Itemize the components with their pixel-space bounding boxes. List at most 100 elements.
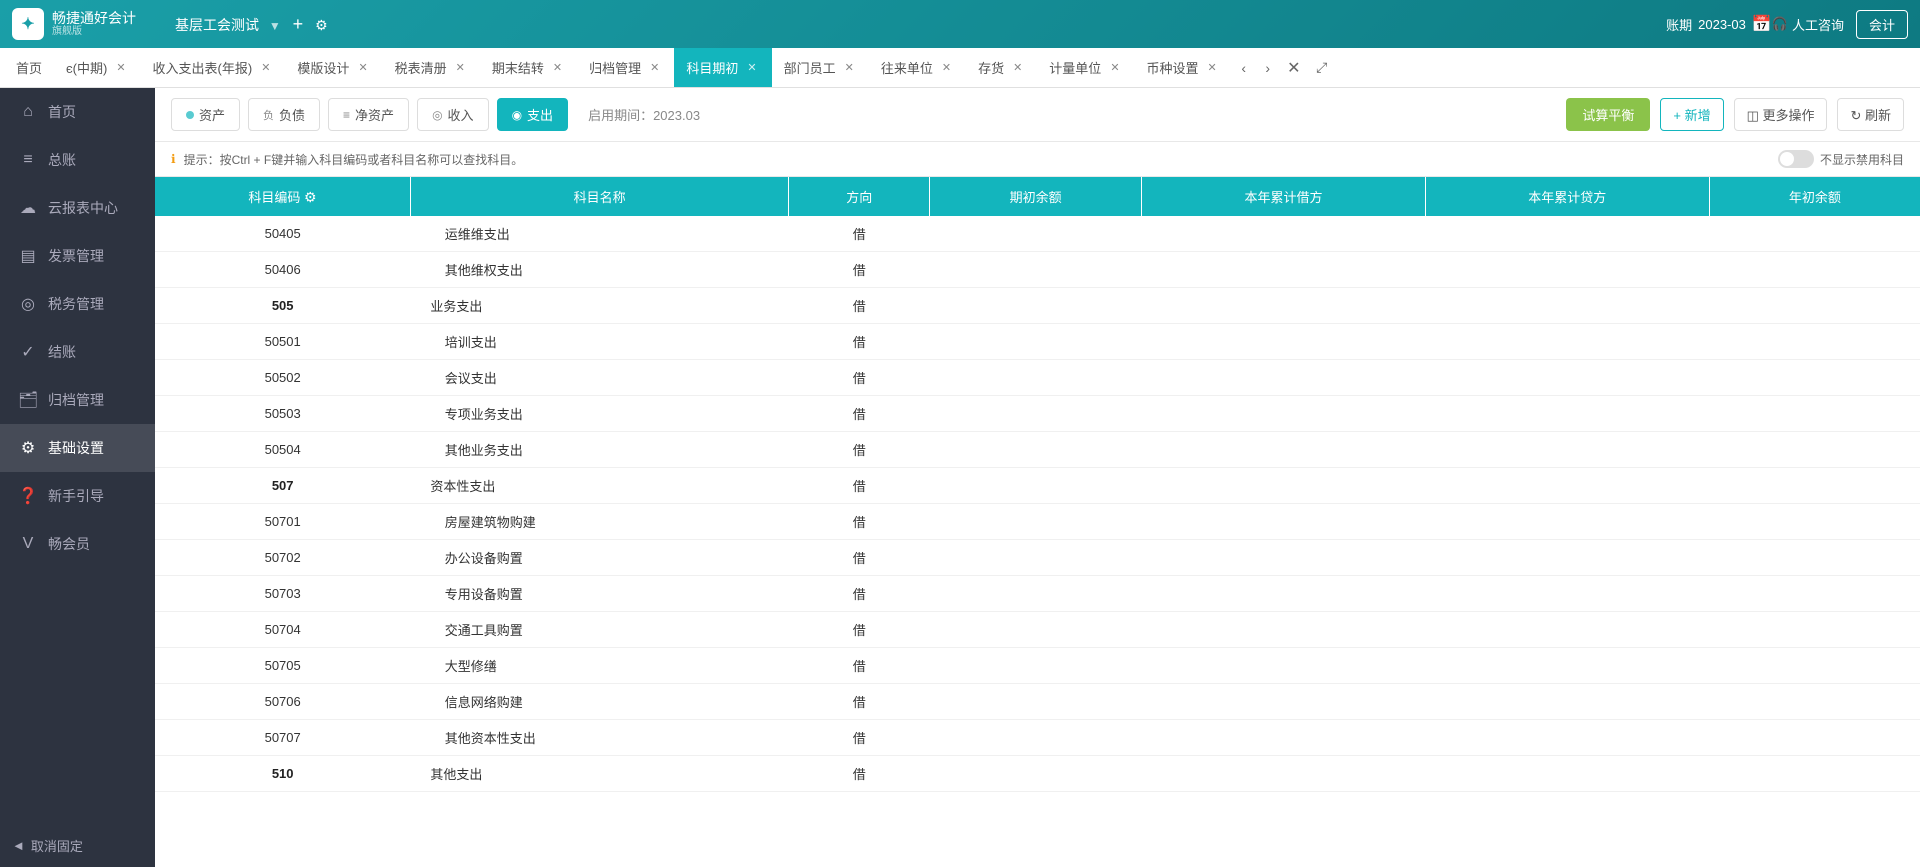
table-row[interactable]: 50406 其他维权支出 借 bbox=[155, 252, 1920, 288]
tab-income-year[interactable]: 收入支出表(年报) ✕ bbox=[141, 48, 286, 87]
tab-close-icon[interactable]: ✕ bbox=[113, 60, 128, 75]
tab-close-icon[interactable]: ✕ bbox=[355, 60, 370, 75]
tab-label: 税表清册 bbox=[395, 58, 447, 77]
table-row[interactable]: 50701 房屋建筑物购建 借 bbox=[155, 504, 1920, 540]
sidebar-item-tax[interactable]: ◎ 税务管理 bbox=[0, 280, 155, 328]
sidebar-item-archive[interactable]: 🗂 归档管理 bbox=[0, 376, 155, 424]
sub-tab-actions: 试算平衡 + 新增 ◫ 更多操作 ↻ 刷新 bbox=[1566, 98, 1904, 131]
table-row[interactable]: 50702 办公设备购置 借 bbox=[155, 540, 1920, 576]
sub-tab-net-asset[interactable]: ≡ 净资产 bbox=[328, 98, 409, 131]
tab-close-icon[interactable]: ✕ bbox=[1107, 60, 1122, 75]
table-row[interactable]: 50503 专项业务支出 借 bbox=[155, 396, 1920, 432]
tab-counterpart[interactable]: 往来单位 ✕ bbox=[869, 48, 966, 87]
ledger-icon: ≡ bbox=[18, 151, 38, 169]
sidebar-item-invoice[interactable]: ▤ 发票管理 bbox=[0, 232, 155, 280]
cell-ytd-debit bbox=[1142, 576, 1426, 612]
table-row[interactable]: 50705 大型修缮 借 bbox=[155, 648, 1920, 684]
tab-close-all[interactable]: ✕ bbox=[1280, 48, 1308, 87]
tab-archive[interactable]: 归档管理 ✕ bbox=[577, 48, 674, 87]
tab-close-icon[interactable]: ✕ bbox=[258, 60, 273, 75]
table-row[interactable]: 50501 培训支出 借 bbox=[155, 324, 1920, 360]
table-row[interactable]: 50502 会议支出 借 bbox=[155, 360, 1920, 396]
cell-opening-balance bbox=[930, 648, 1142, 684]
cell-direction: 借 bbox=[789, 288, 930, 324]
sub-tab-liability[interactable]: 负 负债 bbox=[248, 98, 320, 131]
tab-tax[interactable]: 税表清册 ✕ bbox=[383, 48, 480, 87]
liability-icon: 负 bbox=[263, 107, 274, 123]
gear-icon[interactable]: ⚙ bbox=[304, 189, 317, 205]
tab-home[interactable]: 首页 bbox=[4, 48, 54, 87]
cell-direction: 借 bbox=[789, 396, 930, 432]
calendar-icon[interactable]: 📅 bbox=[1752, 14, 1772, 34]
cell-year-begin bbox=[1709, 396, 1920, 432]
notice-toggle: 不显示禁用科目 bbox=[1778, 150, 1904, 168]
sidebar-item-ledger[interactable]: ≡ 总账 bbox=[0, 136, 155, 184]
tab-close-icon[interactable]: ✕ bbox=[744, 60, 759, 75]
tab-close-icon[interactable]: ✕ bbox=[453, 60, 468, 75]
table-row[interactable]: 50704 交通工具购置 借 bbox=[155, 612, 1920, 648]
tab-close-icon[interactable]: ✕ bbox=[647, 60, 662, 75]
company-name[interactable]: 基层工会测试 ▼ + ⚙ bbox=[175, 14, 1666, 35]
tab-close-icon[interactable]: ✕ bbox=[842, 60, 857, 75]
tab-label: 部门员工 bbox=[784, 58, 836, 77]
tab-label: 首页 bbox=[16, 58, 42, 77]
table-row[interactable]: 507 资本性支出 借 bbox=[155, 468, 1920, 504]
table-row[interactable]: 510 其他支出 借 bbox=[155, 756, 1920, 792]
tab-nav-left[interactable]: ‹ bbox=[1232, 48, 1256, 87]
table-row[interactable]: 50706 信息网络购建 借 bbox=[155, 684, 1920, 720]
table-row[interactable]: 505 业务支出 借 bbox=[155, 288, 1920, 324]
help-button[interactable]: 🎧 人工咨询 bbox=[1772, 15, 1844, 34]
sidebar-item-reports[interactable]: ☁ 云报表中心 bbox=[0, 184, 155, 232]
cell-year-begin bbox=[1709, 684, 1920, 720]
sidebar-collapse[interactable]: ◄ 取消固定 bbox=[0, 824, 155, 867]
tab-template[interactable]: 模版设计 ✕ bbox=[285, 48, 382, 87]
table-row[interactable]: 50504 其他业务支出 借 bbox=[155, 432, 1920, 468]
tab-inventory[interactable]: 存货 ✕ bbox=[966, 48, 1037, 87]
tab-nav-right[interactable]: › bbox=[1256, 48, 1280, 87]
collapse-label: 取消固定 bbox=[31, 836, 83, 855]
sidebar-item-label: 总账 bbox=[48, 150, 76, 170]
cell-direction: 借 bbox=[789, 576, 930, 612]
col-year-begin: 年初余额 bbox=[1709, 177, 1920, 216]
sidebar-item-home[interactable]: ⌂ 首页 bbox=[0, 88, 155, 136]
cell-opening-balance bbox=[930, 576, 1142, 612]
cell-code: 510 bbox=[155, 756, 410, 792]
tab-subject-init[interactable]: 科目期初 ✕ bbox=[674, 48, 771, 87]
more-button[interactable]: ◫ 更多操作 bbox=[1734, 98, 1828, 131]
tab-close-icon[interactable]: ✕ bbox=[1205, 60, 1220, 75]
table-row[interactable]: 50405 运维维支出 借 bbox=[155, 216, 1920, 252]
tab-dept[interactable]: 部门员工 ✕ bbox=[772, 48, 869, 87]
settings-btn[interactable]: ⚙ bbox=[315, 17, 328, 33]
tab-expand[interactable]: ⤢ bbox=[1308, 48, 1336, 87]
sub-tab-label: 支出 bbox=[527, 105, 553, 124]
tab-close-icon[interactable]: ✕ bbox=[550, 60, 565, 75]
tab-currency[interactable]: 币种设置 ✕ bbox=[1135, 48, 1232, 87]
tab-close-icon[interactable]: ✕ bbox=[939, 60, 954, 75]
cell-year-begin bbox=[1709, 324, 1920, 360]
tab-report-mid[interactable]: є(中期) ✕ bbox=[54, 48, 141, 87]
tab-unit[interactable]: 计量单位 ✕ bbox=[1037, 48, 1134, 87]
table-row[interactable]: 50707 其他资本性支出 借 bbox=[155, 720, 1920, 756]
add-company-btn[interactable]: + bbox=[293, 14, 304, 34]
sidebar-item-label: 发票管理 bbox=[48, 246, 104, 266]
sidebar-item-closing[interactable]: ✓ 结账 bbox=[0, 328, 155, 376]
tab-period-end[interactable]: 期末结转 ✕ bbox=[480, 48, 577, 87]
cell-direction: 借 bbox=[789, 324, 930, 360]
tab-close-icon[interactable]: ✕ bbox=[1010, 60, 1025, 75]
sidebar-item-guide[interactable]: ❓ 新手引导 bbox=[0, 472, 155, 520]
cell-ytd-credit bbox=[1425, 504, 1709, 540]
balance-button[interactable]: 试算平衡 bbox=[1566, 98, 1650, 131]
toggle-switch[interactable] bbox=[1778, 150, 1814, 168]
sub-tab-asset[interactable]: 资产 bbox=[171, 98, 240, 131]
refresh-button[interactable]: ↻ 刷新 bbox=[1837, 98, 1904, 131]
sub-tab-expense[interactable]: ◉ 支出 bbox=[497, 98, 569, 131]
cell-ytd-credit bbox=[1425, 432, 1709, 468]
sidebar-item-basic[interactable]: ⚙ 基础设置 bbox=[0, 424, 155, 472]
account-button[interactable]: 会计 bbox=[1856, 10, 1908, 39]
cell-year-begin bbox=[1709, 504, 1920, 540]
table-row[interactable]: 50703 专用设备购置 借 bbox=[155, 576, 1920, 612]
sidebar-item-member[interactable]: V 畅会员 bbox=[0, 520, 155, 568]
add-button[interactable]: + 新增 bbox=[1660, 98, 1723, 131]
settings-icon: ⚙ bbox=[18, 438, 38, 458]
sub-tab-income[interactable]: ◎ 收入 bbox=[417, 98, 489, 131]
